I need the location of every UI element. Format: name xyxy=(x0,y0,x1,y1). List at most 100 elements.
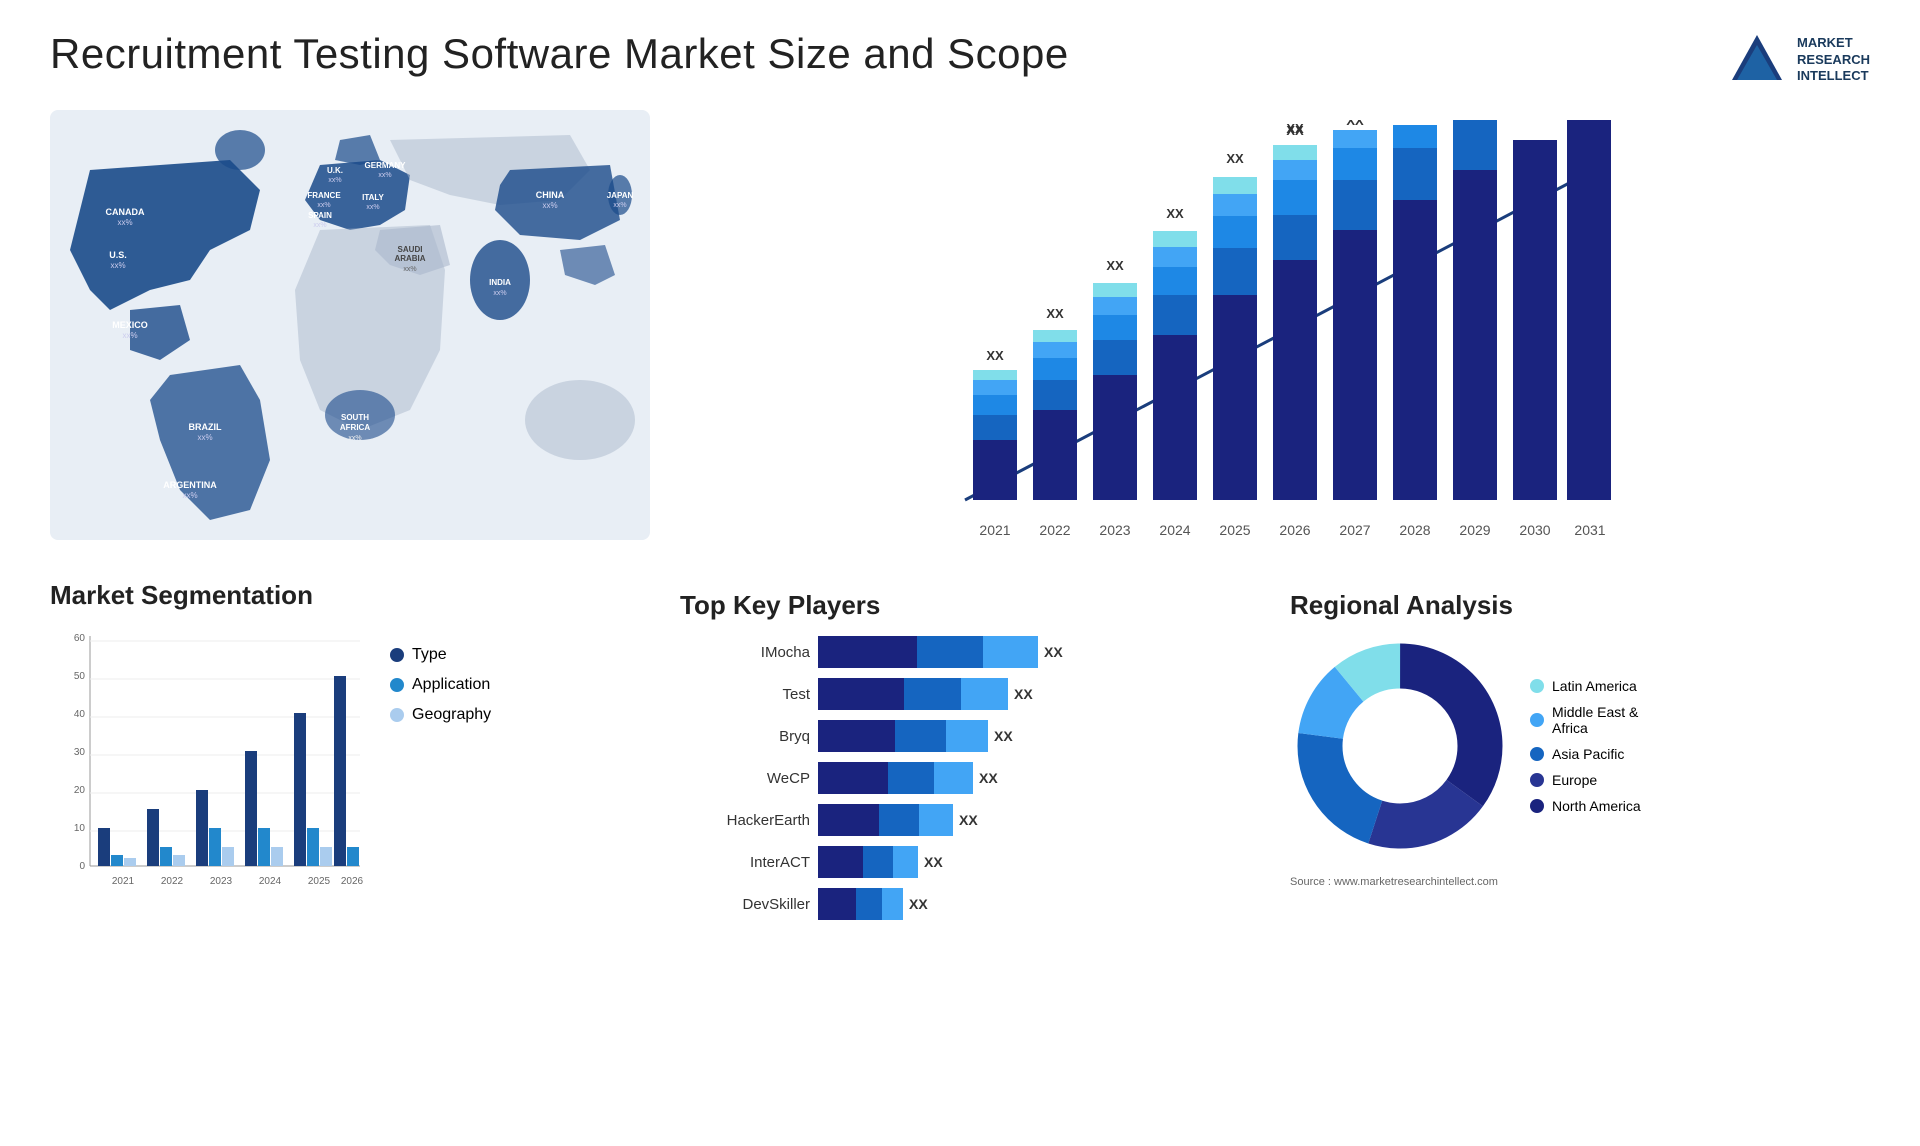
player-row-wecp: WeCP XX xyxy=(680,762,1250,794)
regional-legend: Latin America Middle East &Africa Asia P… xyxy=(1530,678,1641,814)
svg-text:ARABIA: ARABIA xyxy=(394,254,425,263)
svg-text:xx%: xx% xyxy=(197,433,212,442)
player-xx-test: XX xyxy=(1014,686,1033,702)
svg-text:xx%: xx% xyxy=(313,222,326,229)
type-dot xyxy=(390,648,404,662)
reg-legend-asia-pacific: Asia Pacific xyxy=(1530,746,1641,762)
svg-text:40: 40 xyxy=(74,709,86,720)
svg-text:AFRICA: AFRICA xyxy=(340,423,370,432)
svg-text:10: 10 xyxy=(74,823,86,834)
segmentation-chart-svg: 0 10 20 30 40 50 60 xyxy=(50,626,370,906)
svg-text:xx%: xx% xyxy=(117,218,132,227)
player-row-hackerearth: HackerEarth XX xyxy=(680,804,1250,836)
geography-dot xyxy=(390,708,404,722)
segmentation-title: Market Segmentation xyxy=(50,580,650,611)
svg-text:xx%: xx% xyxy=(348,435,361,442)
player-xx-interact: XX xyxy=(924,854,943,870)
player-name-wecp: WeCP xyxy=(680,770,810,787)
svg-text:2025: 2025 xyxy=(308,876,331,887)
player-row-bryq: Bryq XX xyxy=(680,720,1250,752)
donut-svg xyxy=(1290,636,1510,856)
donut-chart xyxy=(1290,636,1510,856)
player-name-devskiller: DevSkiller xyxy=(680,896,810,913)
svg-text:xx%: xx% xyxy=(493,290,506,297)
svg-text:XX: XX xyxy=(986,348,1004,363)
player-xx-wecp: XX xyxy=(979,770,998,786)
logo-text: MARKETRESEARCHINTELLECT xyxy=(1797,35,1870,86)
player-name-imocha: IMocha xyxy=(680,644,810,661)
north-america-dot xyxy=(1530,799,1544,813)
svg-text:50: 50 xyxy=(74,671,86,682)
svg-text:SOUTH: SOUTH xyxy=(341,413,369,422)
asia-pacific-label: Asia Pacific xyxy=(1552,746,1624,762)
latin-america-label: Latin America xyxy=(1552,678,1637,694)
growth-chart-section: XX XX XX xyxy=(690,110,1870,570)
map-section: CANADA xx% U.S. xx% MEXICO xx% BRAZIL xx… xyxy=(50,110,670,570)
svg-text:XX: XX xyxy=(1226,151,1244,166)
source-text: Source : www.marketresearchintellect.com xyxy=(1290,876,1860,888)
svg-text:2025: 2025 xyxy=(1219,522,1250,538)
svg-text:20: 20 xyxy=(74,785,86,796)
svg-text:xx%: xx% xyxy=(182,491,197,500)
svg-text:XX: XX xyxy=(1166,206,1184,221)
regional-title: Regional Analysis xyxy=(1290,590,1860,621)
europe-dot xyxy=(1530,773,1544,787)
player-xx-bryq: XX xyxy=(994,728,1013,744)
application-label: Application xyxy=(412,676,490,694)
logo-area: MARKETRESEARCHINTELLECT xyxy=(1727,30,1870,90)
player-row-test: Test XX xyxy=(680,678,1250,710)
player-name-hackerearth: HackerEarth xyxy=(680,812,810,829)
svg-text:XX: XX xyxy=(1046,306,1064,321)
svg-text:INDIA: INDIA xyxy=(489,278,511,287)
regional-section: Regional Analysis xyxy=(1280,580,1870,898)
svg-text:2022: 2022 xyxy=(1039,522,1070,538)
mea-label: Middle East &Africa xyxy=(1552,704,1638,736)
reg-legend-north-america: North America xyxy=(1530,798,1641,814)
svg-text:2026: 2026 xyxy=(341,876,364,887)
world-map-svg: CANADA xx% U.S. xx% MEXICO xx% BRAZIL xx… xyxy=(50,110,650,540)
svg-text:XX: XX xyxy=(1346,120,1364,128)
svg-text:FRANCE: FRANCE xyxy=(307,191,341,200)
svg-text:2028: 2028 xyxy=(1399,522,1430,538)
page-container: Recruitment Testing Software Market Size… xyxy=(0,0,1920,1146)
svg-text:ITALY: ITALY xyxy=(362,193,384,202)
growth-chart-svg: XX XX XX xyxy=(700,120,1850,550)
svg-text:xx%: xx% xyxy=(542,201,557,210)
svg-text:30: 30 xyxy=(74,747,86,758)
player-xx-imocha: XX xyxy=(1044,644,1063,660)
north-america-label: North America xyxy=(1552,798,1641,814)
player-name-interact: InterACT xyxy=(680,854,810,871)
svg-text:CHINA: CHINA xyxy=(536,190,565,200)
svg-text:2024: 2024 xyxy=(259,876,282,887)
reg-legend-europe: Europe xyxy=(1530,772,1641,788)
svg-text:U.K.: U.K. xyxy=(327,166,343,175)
geography-label: Geography xyxy=(412,706,491,724)
reg-legend-latin-america: Latin America xyxy=(1530,678,1641,694)
svg-text:CANADA: CANADA xyxy=(106,207,145,217)
player-xx-hackerearth: XX xyxy=(959,812,978,828)
regional-content: Latin America Middle East &Africa Asia P… xyxy=(1290,636,1860,856)
latin-america-dot xyxy=(1530,679,1544,693)
player-xx-devskiller: XX xyxy=(909,896,928,912)
segmentation-section: Market Segmentation 0 10 20 30 40 50 60 xyxy=(50,580,650,906)
svg-text:2024: 2024 xyxy=(1159,522,1190,538)
header: Recruitment Testing Software Market Size… xyxy=(50,30,1870,90)
svg-text:xx%: xx% xyxy=(110,261,125,270)
player-row-imocha: IMocha XX xyxy=(680,636,1250,668)
svg-text:ARGENTINA: ARGENTINA xyxy=(163,480,217,490)
svg-text:xx%: xx% xyxy=(403,266,416,273)
legend-application: Application xyxy=(390,676,491,694)
svg-text:BRAZIL: BRAZIL xyxy=(189,422,222,432)
svg-text:xx%: xx% xyxy=(317,202,330,209)
svg-text:2021: 2021 xyxy=(979,522,1010,538)
svg-text:U.S.: U.S. xyxy=(109,250,127,260)
svg-text:2023: 2023 xyxy=(1099,522,1130,538)
player-row-interact: InterACT XX xyxy=(680,846,1250,878)
type-label: Type xyxy=(412,646,447,664)
svg-text:xx%: xx% xyxy=(613,202,626,209)
svg-text:60: 60 xyxy=(74,633,86,644)
svg-text:2031: 2031 xyxy=(1574,522,1605,538)
svg-text:2026: 2026 xyxy=(1279,522,1310,538)
key-players-section: Top Key Players IMocha XX Test xyxy=(670,580,1260,940)
svg-text:xx%: xx% xyxy=(378,172,391,179)
